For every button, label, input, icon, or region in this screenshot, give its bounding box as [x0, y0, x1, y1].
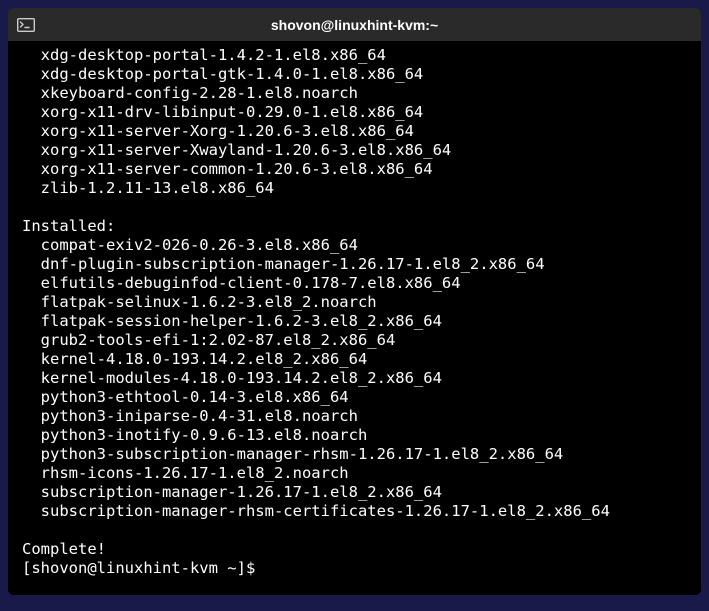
window-title: shovon@linuxhint-kvm:~ [271, 17, 438, 33]
terminal-line: xorg-x11-server-common-1.20.6-3.el8.x86_… [22, 160, 687, 179]
terminal-line: rhsm-icons-1.26.17-1.el8_2.noarch [22, 464, 687, 483]
terminal-line [22, 521, 687, 540]
terminal-line: xdg-desktop-portal-gtk-1.4.0-1.el8.x86_6… [22, 65, 687, 84]
terminal-line: python3-subscription-manager-rhsm-1.26.1… [22, 445, 687, 464]
terminal-line: kernel-modules-4.18.0-193.14.2.el8_2.x86… [22, 369, 687, 388]
terminal-line: python3-iniparse-0.4-31.el8.noarch [22, 407, 687, 426]
terminal-icon [16, 17, 36, 33]
terminal-line: python3-ethtool-0.14-3.el8.x86_64 [22, 388, 687, 407]
terminal-line: python3-inotify-0.9.6-13.el8.noarch [22, 426, 687, 445]
terminal-line: grub2-tools-efi-1:2.02-87.el8_2.x86_64 [22, 331, 687, 350]
terminal-line: xkeyboard-config-2.28-1.el8.noarch [22, 84, 687, 103]
terminal-output[interactable]: xdg-desktop-portal-1.4.2-1.el8.x86_64 xd… [8, 42, 701, 595]
terminal-line: xorg-x11-drv-libinput-0.29.0-1.el8.x86_6… [22, 103, 687, 122]
terminal-line: xdg-desktop-portal-1.4.2-1.el8.x86_64 [22, 46, 687, 65]
terminal-prompt-line: [shovon@linuxhint-kvm ~]$ [22, 559, 687, 578]
terminal-line: Installed: [22, 217, 687, 236]
terminal-line: Complete! [22, 540, 687, 559]
terminal-line: compat-exiv2-026-0.26-3.el8.x86_64 [22, 236, 687, 255]
terminal-line: flatpak-session-helper-1.6.2-3.el8_2.x86… [22, 312, 687, 331]
terminal-line: xorg-x11-server-Xwayland-1.20.6-3.el8.x8… [22, 141, 687, 160]
terminal-line [22, 198, 687, 217]
terminal-line: kernel-4.18.0-193.14.2.el8_2.x86_64 [22, 350, 687, 369]
terminal-line: elfutils-debuginfod-client-0.178-7.el8.x… [22, 274, 687, 293]
terminal-line: xorg-x11-server-Xorg-1.20.6-3.el8.x86_64 [22, 122, 687, 141]
terminal-line: flatpak-selinux-1.6.2-3.el8_2.noarch [22, 293, 687, 312]
terminal-line: subscription-manager-rhsm-certificates-1… [22, 502, 687, 521]
terminal-line: subscription-manager-1.26.17-1.el8_2.x86… [22, 483, 687, 502]
shell-prompt: [shovon@linuxhint-kvm ~]$ [22, 559, 265, 577]
title-bar[interactable]: shovon@linuxhint-kvm:~ [8, 8, 701, 42]
terminal-line: zlib-1.2.11-13.el8.x86_64 [22, 179, 687, 198]
terminal-line: dnf-plugin-subscription-manager-1.26.17-… [22, 255, 687, 274]
terminal-window: shovon@linuxhint-kvm:~ xdg-desktop-porta… [8, 8, 701, 595]
